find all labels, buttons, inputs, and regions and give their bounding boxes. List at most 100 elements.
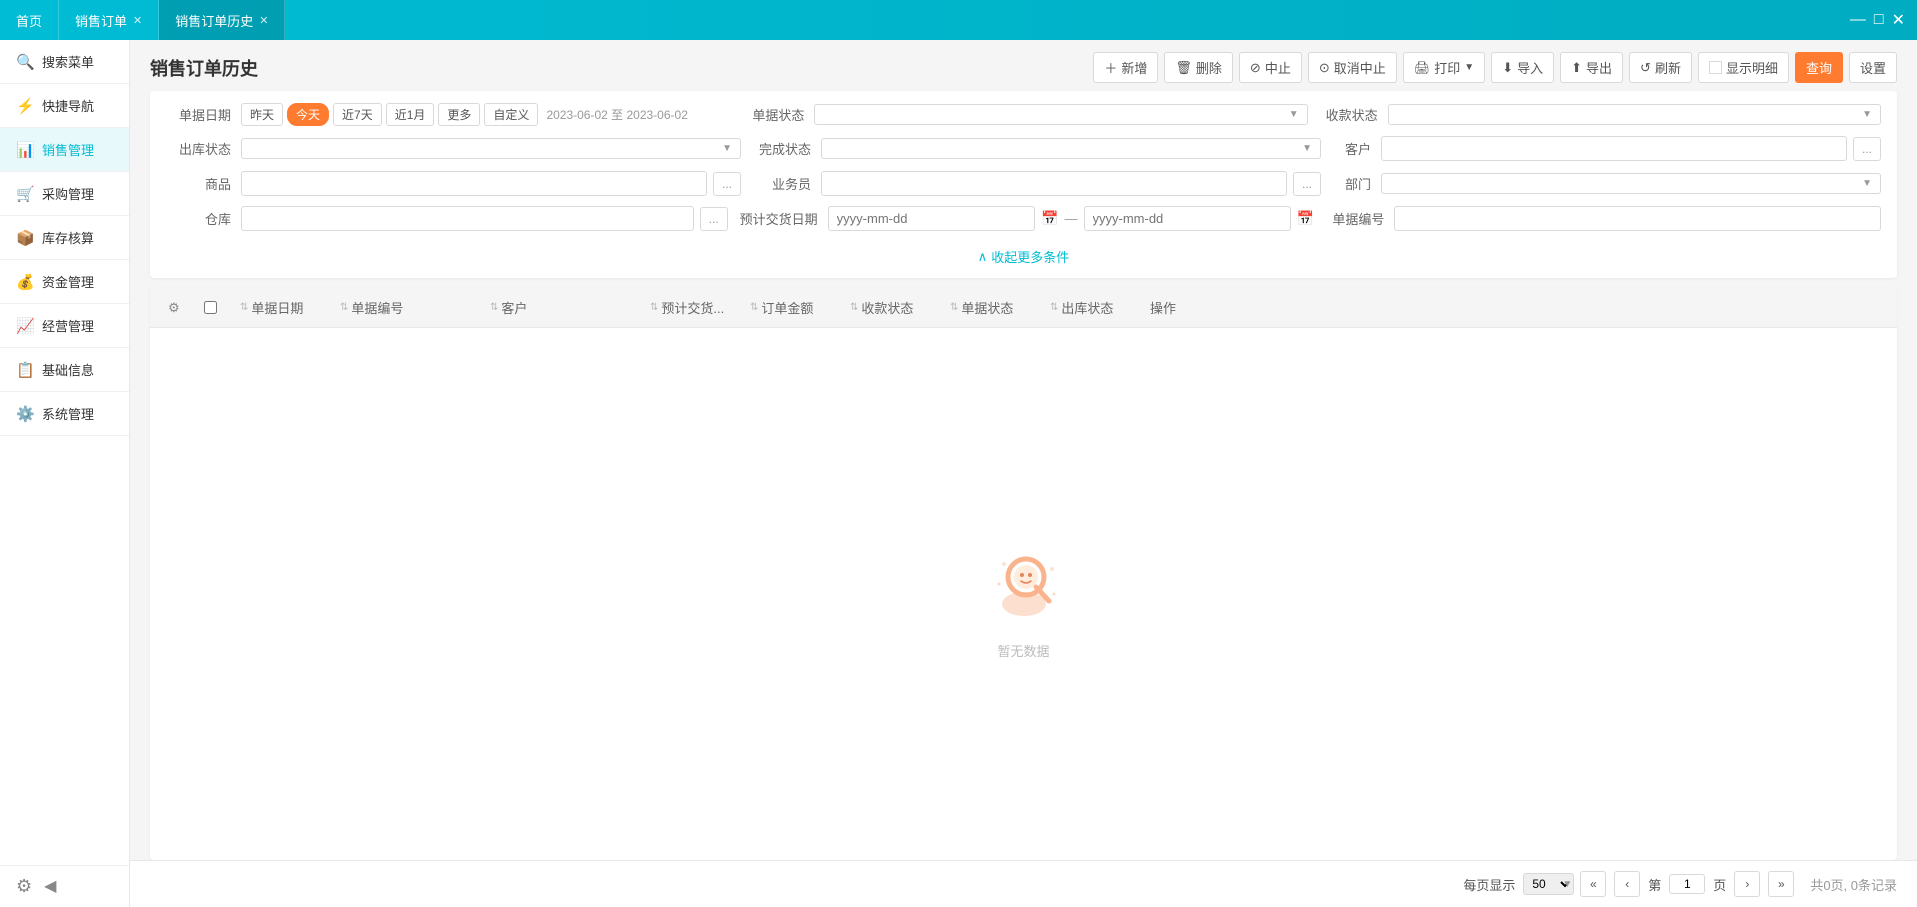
th-out-status-label: 出库状态 xyxy=(1061,298,1113,317)
date-btn-more[interactable]: 更多 xyxy=(438,103,480,126)
stop-button[interactable]: ⊘ 中止 xyxy=(1239,52,1302,83)
sort-icon-pay-status[interactable]: ⇅ xyxy=(850,302,858,313)
cancel-stop-button[interactable]: ⊙ 取消中止 xyxy=(1308,52,1397,83)
delivery-date-from[interactable] xyxy=(828,206,1035,231)
minimize-icon[interactable]: — xyxy=(1850,11,1866,29)
sidebar-item-finance-label: 资金管理 xyxy=(42,272,94,291)
print-button[interactable]: 🖨 打印 ▼ xyxy=(1403,52,1485,83)
customer-input[interactable] xyxy=(1381,136,1847,161)
customer-ellipsis-btn[interactable]: ... xyxy=(1853,137,1881,161)
doc-status-select[interactable]: ▼ xyxy=(814,104,1307,125)
payment-status-select[interactable]: ▼ xyxy=(1388,104,1881,125)
page-number-input[interactable] xyxy=(1669,874,1705,894)
sort-icon-out-status[interactable]: ⇅ xyxy=(1050,302,1058,313)
close-window-icon[interactable]: ✕ xyxy=(1892,10,1905,30)
th-doc-status: ⇅ 单据状态 xyxy=(942,298,1042,317)
stop-icon: ⊘ xyxy=(1250,60,1261,76)
export-button[interactable]: ⬆ 导出 xyxy=(1560,52,1623,83)
maximize-icon[interactable]: □ xyxy=(1874,11,1884,29)
warehouse-ellipsis-btn[interactable]: ... xyxy=(700,207,728,231)
tab-home[interactable]: 首页 xyxy=(0,0,59,40)
date-btn-yesterday[interactable]: 昨天 xyxy=(241,103,283,126)
sidebar-settings-icon[interactable]: ⚙ xyxy=(16,876,32,897)
refresh-button[interactable]: ↺ 刷新 xyxy=(1629,52,1692,83)
sort-icon-doc-date[interactable]: ⇅ xyxy=(240,302,248,313)
settings-gear-icon[interactable]: ⚙ xyxy=(168,300,180,316)
import-button[interactable]: ⬇ 导入 xyxy=(1491,52,1554,83)
next-page-button[interactable]: › xyxy=(1734,871,1760,897)
complete-status-select[interactable]: ▼ xyxy=(821,138,1321,159)
sidebar-item-finance[interactable]: 💰 资金管理 xyxy=(0,260,129,304)
tab-sales-history[interactable]: 销售订单历史 ✕ xyxy=(159,0,285,40)
delete-button[interactable]: 🗑 删除 xyxy=(1164,52,1233,83)
date-btn-today[interactable]: 今天 xyxy=(287,103,329,126)
th-doc-date-label: 单据日期 xyxy=(251,298,303,317)
goods-input[interactable] xyxy=(241,171,707,196)
first-page-button[interactable]: « xyxy=(1580,871,1606,897)
filter-panel: 单据日期 昨天 今天 近7天 近1月 更多 自定义 2023-06-02 至 2… xyxy=(150,91,1897,278)
sidebar-item-operations[interactable]: 📈 经营管理 xyxy=(0,304,129,348)
sidebar-item-purchase-mgmt[interactable]: 🛒 采购管理 xyxy=(0,172,129,216)
add-label: 新增 xyxy=(1121,58,1147,77)
salesperson-input[interactable] xyxy=(821,171,1287,196)
query-label: 查询 xyxy=(1806,58,1832,77)
top-bar: 首页 销售订单 ✕ 销售订单历史 ✕ — □ ✕ xyxy=(0,0,1917,40)
date-btn-7days[interactable]: 近7天 xyxy=(333,103,382,126)
dept-select[interactable]: ▼ xyxy=(1381,173,1881,194)
out-status-label: 出库状态 xyxy=(166,139,231,158)
doc-status-arrow-icon: ▼ xyxy=(1289,109,1299,120)
import-icon: ⬇ xyxy=(1502,60,1513,76)
collapse-label: 收起更多条件 xyxy=(991,247,1069,266)
delivery-date-to-calendar-icon[interactable]: 📅 xyxy=(1297,210,1314,227)
sidebar-collapse-icon[interactable]: ◀ xyxy=(44,876,56,897)
sort-icon-amount[interactable]: ⇅ xyxy=(750,302,758,313)
doc-no-input[interactable] xyxy=(1394,206,1881,231)
show-detail-checkbox[interactable] xyxy=(1709,61,1722,74)
tab-sales-order-close[interactable]: ✕ xyxy=(133,14,142,27)
date-btn-1month[interactable]: 近1月 xyxy=(386,103,435,126)
th-doc-no-label: 单据编号 xyxy=(351,298,403,317)
th-customer-label: 客户 xyxy=(501,298,527,317)
select-all-checkbox[interactable] xyxy=(204,301,217,314)
collapse-bar[interactable]: ∧ 收起更多条件 xyxy=(166,241,1881,266)
add-button[interactable]: ＋ 新增 xyxy=(1093,52,1158,83)
th-doc-status-label: 单据状态 xyxy=(961,298,1013,317)
salesperson-ellipsis-btn[interactable]: ... xyxy=(1293,172,1321,196)
settings-button[interactable]: 设置 xyxy=(1849,52,1897,83)
inventory-icon: 📦 xyxy=(16,229,34,247)
tab-sales-order[interactable]: 销售订单 ✕ xyxy=(59,0,159,40)
sort-icon-delivery[interactable]: ⇅ xyxy=(650,302,658,313)
goods-ellipsis-btn[interactable]: ... xyxy=(713,172,741,196)
last-page-button[interactable]: » xyxy=(1768,871,1794,897)
warehouse-input[interactable] xyxy=(241,206,694,231)
sort-icon-doc-no[interactable]: ⇅ xyxy=(340,302,348,313)
th-payment-status-label: 收款状态 xyxy=(861,298,913,317)
th-settings[interactable]: ⚙ xyxy=(160,300,196,316)
date-quick-buttons: 昨天 今天 近7天 近1月 更多 自定义 xyxy=(241,103,538,126)
main-layout: 🔍 搜索菜单 ⚡ 快捷导航 📊 销售管理 🛒 采购管理 📦 库存核算 💰 资金管… xyxy=(0,40,1917,907)
sidebar-item-search-menu[interactable]: 🔍 搜索菜单 xyxy=(0,40,129,84)
th-payment-status: ⇅ 收款状态 xyxy=(842,298,942,317)
export-label: 导出 xyxy=(1586,58,1612,77)
tab-sales-history-close[interactable]: ✕ xyxy=(259,14,268,27)
sidebar-item-sales-mgmt[interactable]: 📊 销售管理 xyxy=(0,128,129,172)
out-status-select[interactable]: ▼ xyxy=(241,138,741,159)
sidebar-item-quick-nav[interactable]: ⚡ 快捷导航 xyxy=(0,84,129,128)
show-detail-toggle[interactable]: 显示明细 xyxy=(1698,52,1789,83)
sys-mgmt-icon: ⚙️ xyxy=(16,405,34,423)
delivery-date-to[interactable] xyxy=(1084,206,1291,231)
tab-sales-order-label: 销售订单 xyxy=(75,11,127,30)
sidebar-item-sys-mgmt[interactable]: ⚙️ 系统管理 xyxy=(0,392,129,436)
prev-page-button[interactable]: ‹ xyxy=(1614,871,1640,897)
th-operations-label: 操作 xyxy=(1150,298,1176,317)
sidebar-item-basic-info[interactable]: 📋 基础信息 xyxy=(0,348,129,392)
sidebar-item-inventory[interactable]: 📦 库存核算 xyxy=(0,216,129,260)
sort-icon-customer[interactable]: ⇅ xyxy=(490,302,498,313)
page-size-select[interactable]: 50 20 100 xyxy=(1523,873,1574,895)
query-button[interactable]: 查询 xyxy=(1795,52,1843,83)
add-icon: ＋ xyxy=(1104,58,1117,77)
delivery-date-from-calendar-icon[interactable]: 📅 xyxy=(1041,210,1058,227)
sort-icon-doc-status[interactable]: ⇅ xyxy=(950,302,958,313)
date-btn-custom[interactable]: 自定义 xyxy=(484,103,538,126)
th-checkbox xyxy=(196,301,232,314)
